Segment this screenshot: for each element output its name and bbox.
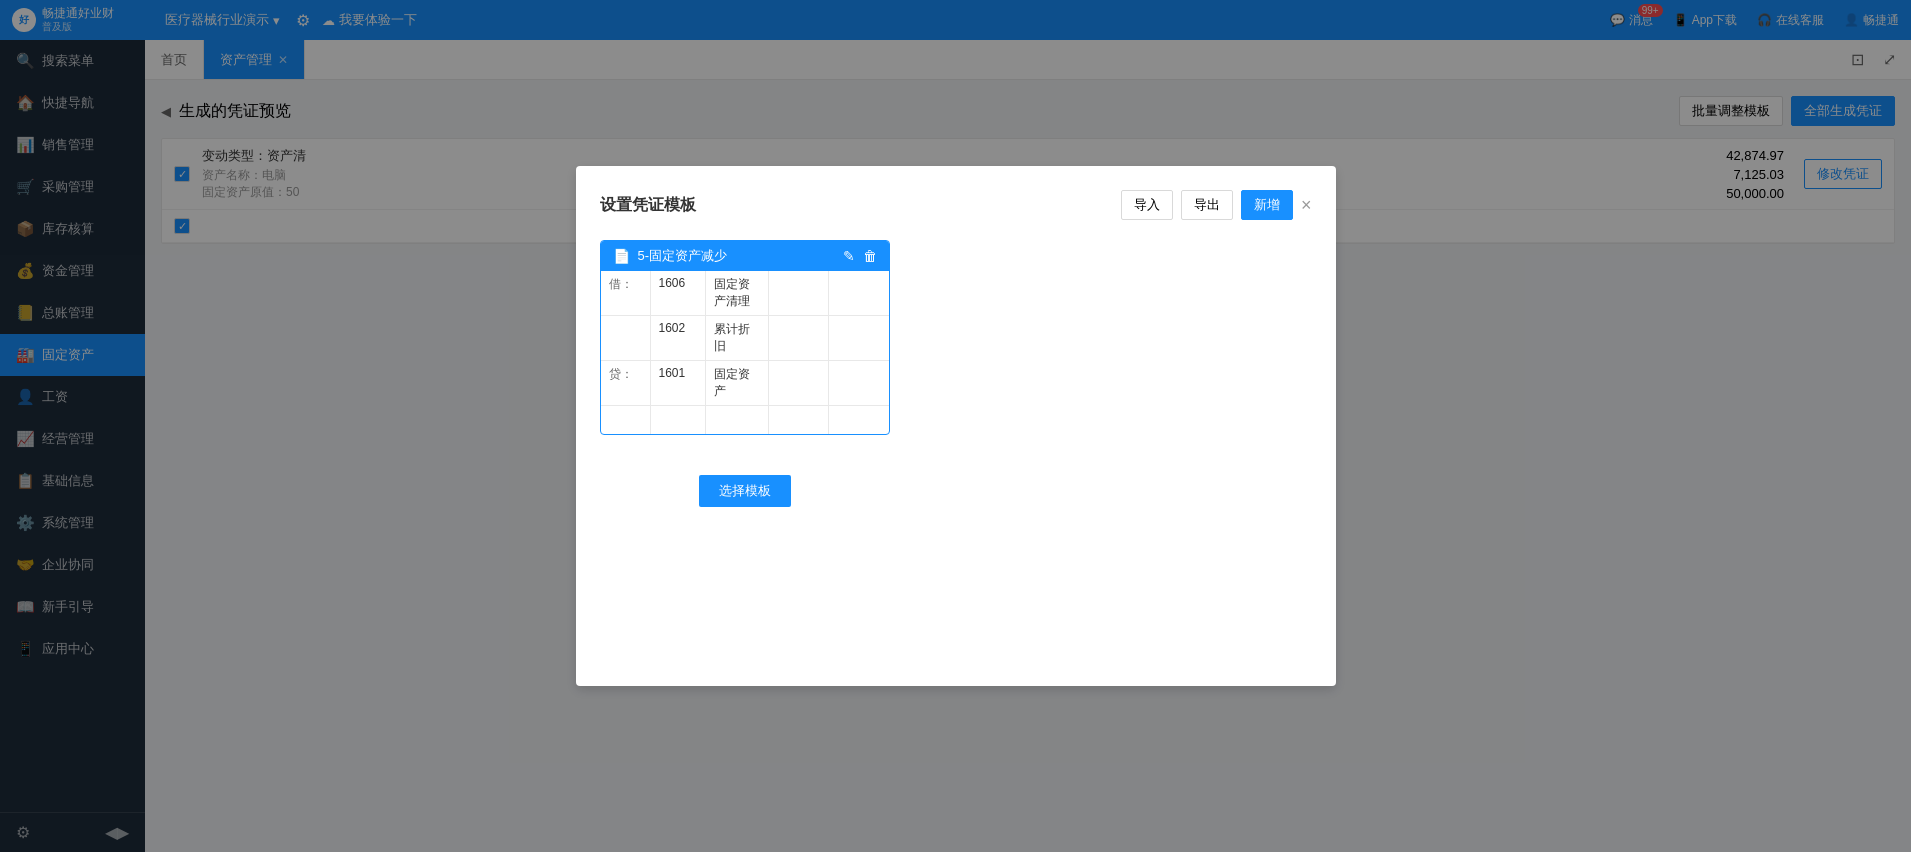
entry-direction-1: 借： (601, 271, 651, 315)
entry-name-3: 固定资产 (706, 361, 769, 405)
delete-template-icon[interactable]: 🗑 (863, 248, 877, 264)
new-template-button[interactable]: 新增 (1241, 190, 1293, 220)
entry-direction-2 (601, 316, 651, 360)
entry-code-1: 1606 (651, 271, 706, 315)
entry-name-1: 固定资产清理 (706, 271, 769, 315)
modal-title: 设置凭证模板 (600, 195, 696, 216)
template-name: 5-固定资产减少 (638, 247, 728, 265)
import-button[interactable]: 导入 (1121, 190, 1173, 220)
entry-credit-3 (829, 361, 889, 405)
entry-debit-2 (769, 316, 829, 360)
template-card: 📄 5-固定资产减少 ✎ 🗑 借： 1606 固定资产清理 (600, 240, 890, 435)
entry-debit-empty (769, 406, 829, 434)
modal-header: 设置凭证模板 导入 导出 新增 × (600, 190, 1312, 220)
entry-credit-2 (829, 316, 889, 360)
modal-close-button[interactable]: × (1301, 195, 1312, 216)
edit-template-icon[interactable]: ✎ (843, 248, 855, 264)
entry-debit-3 (769, 361, 829, 405)
template-card-header: 📄 5-固定资产减少 ✎ 🗑 (601, 241, 889, 271)
template-title-area: 📄 5-固定资产减少 (613, 247, 728, 265)
select-template-area: 选择模板 (600, 455, 890, 507)
entry-code-2: 1602 (651, 316, 706, 360)
entry-name-2: 累计折旧 (706, 316, 769, 360)
entry-debit-1 (769, 271, 829, 315)
export-button[interactable]: 导出 (1181, 190, 1233, 220)
entry-direction-3: 贷： (601, 361, 651, 405)
entry-credit-1 (829, 271, 889, 315)
entry-code-empty (651, 406, 706, 434)
document-icon: 📄 (613, 248, 630, 264)
select-template-button[interactable]: 选择模板 (699, 475, 791, 507)
modal-overlay: 设置凭证模板 导入 导出 新增 × 📄 5-固定资产减少 ✎ 🗑 (0, 0, 1911, 852)
template-action-icons: ✎ 🗑 (843, 248, 877, 264)
modal-actions: 导入 导出 新增 (1121, 190, 1293, 220)
entry-direction-empty (601, 406, 651, 434)
entry-name-empty (706, 406, 769, 434)
entry-code-3: 1601 (651, 361, 706, 405)
modal-set-template: 设置凭证模板 导入 导出 新增 × 📄 5-固定资产减少 ✎ 🗑 (576, 166, 1336, 686)
template-entries: 借： 1606 固定资产清理 1602 累计折旧 贷： 160 (601, 271, 889, 434)
entry-credit-empty (829, 406, 889, 434)
